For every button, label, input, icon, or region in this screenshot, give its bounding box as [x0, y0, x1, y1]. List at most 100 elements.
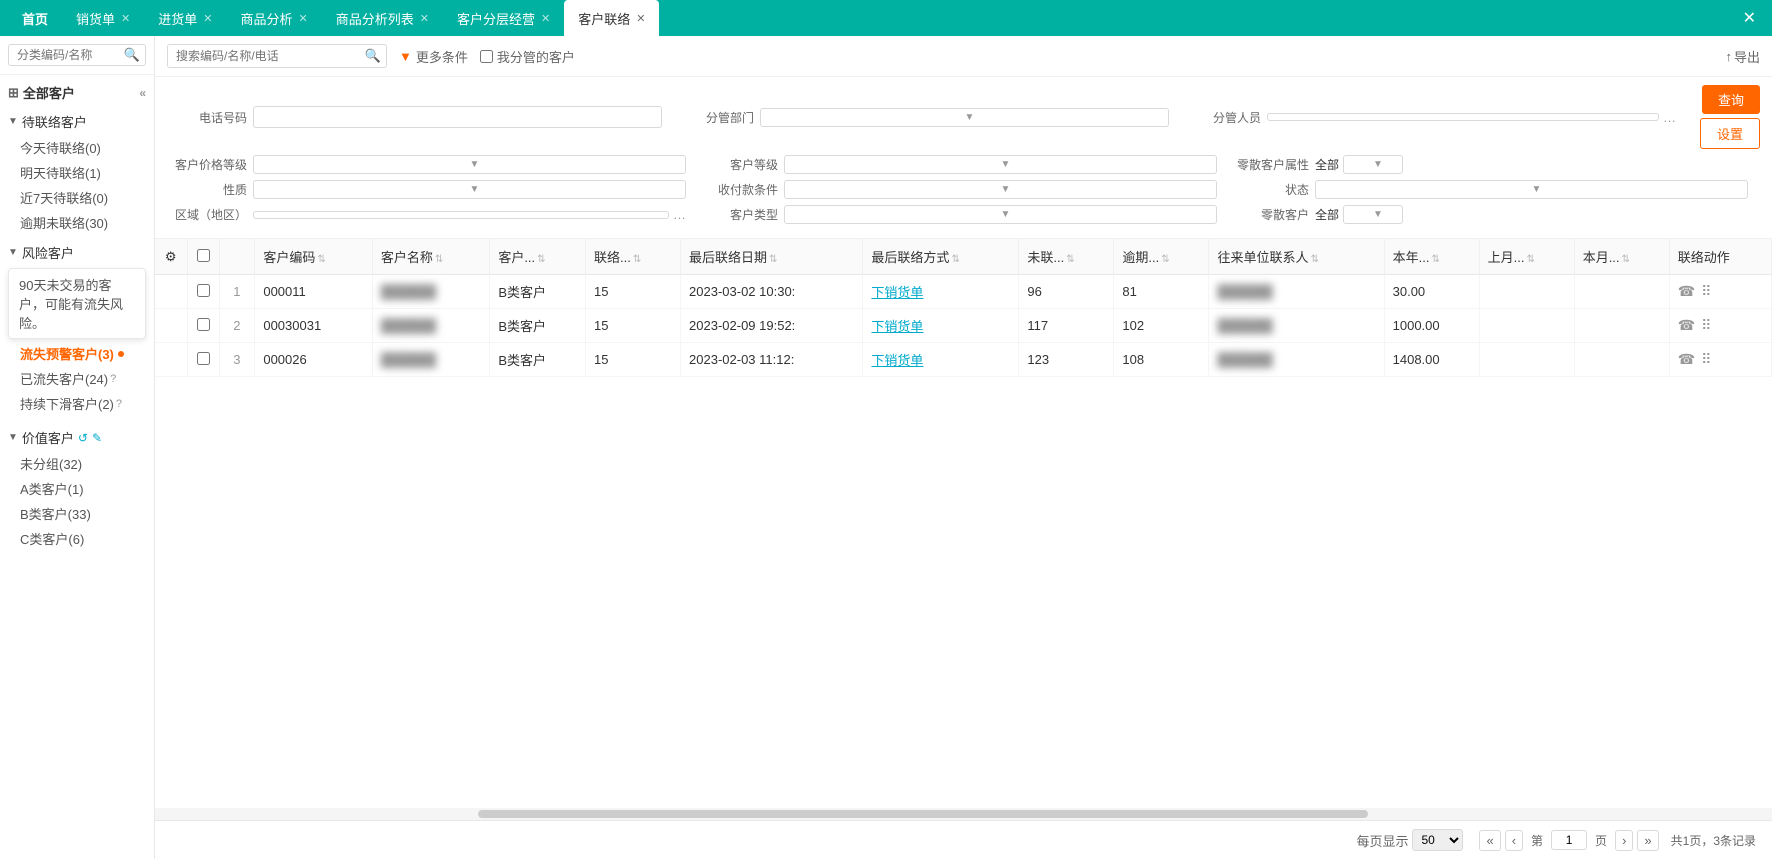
- sidebar-group-header-risk[interactable]: ▼ 风险客户: [0, 239, 154, 266]
- more-actions-icon[interactable]: ⠿: [1701, 351, 1711, 368]
- tab-home[interactable]: 首页: [8, 0, 62, 36]
- th-checkbox[interactable]: [187, 239, 219, 275]
- sidebar-item-7days[interactable]: 近7天待联络(0): [0, 185, 154, 210]
- row-last-contact-method[interactable]: 下销货单: [863, 343, 1019, 377]
- filter-select-manager[interactable]: [1267, 113, 1659, 121]
- tab-product-list[interactable]: 商品分析列表 ✕: [322, 0, 443, 36]
- row-checkbox-cell[interactable]: [187, 275, 219, 309]
- next-page-button[interactable]: ›: [1615, 830, 1633, 851]
- page-input[interactable]: [1551, 830, 1587, 850]
- filter-select-dept[interactable]: ▼: [760, 108, 1169, 127]
- more-conditions-button[interactable]: ▼ 更多条件: [399, 47, 468, 66]
- row-index: 3: [219, 343, 255, 377]
- sidebar-item-tomorrow[interactable]: 明天待联络(1): [0, 160, 154, 185]
- sidebar-item-class-a[interactable]: A类客户(1): [0, 476, 154, 501]
- sidebar-item-overdue[interactable]: 逾期未联络(30): [0, 210, 154, 235]
- more-options-icon[interactable]: …: [1663, 110, 1676, 125]
- phone-icon[interactable]: ☎: [1678, 317, 1695, 334]
- th-overdue[interactable]: 逾期...⇅: [1114, 239, 1209, 275]
- th-this-year[interactable]: 本年...⇅: [1384, 239, 1479, 275]
- collapse-button[interactable]: «: [139, 86, 146, 100]
- select-all-checkbox[interactable]: [197, 249, 210, 262]
- filter-select-status[interactable]: ▼: [1315, 180, 1748, 199]
- phone-icon[interactable]: ☎: [1678, 351, 1695, 368]
- close-icon[interactable]: ✕: [203, 12, 212, 25]
- row-checkbox-cell[interactable]: [187, 309, 219, 343]
- sidebar-item-ungrouped[interactable]: 未分组(32): [0, 451, 154, 476]
- more-actions-icon[interactable]: ⠿: [1701, 283, 1711, 300]
- row-last-contact-method[interactable]: 下销货单: [863, 309, 1019, 343]
- tab-product-analysis[interactable]: 商品分析 ✕: [226, 0, 321, 36]
- settings-button[interactable]: 设置: [1700, 118, 1760, 149]
- sidebar-group-header-value[interactable]: ▼ 价值客户 ↺ ✎: [0, 424, 154, 451]
- th-action: 联络动作: [1669, 239, 1771, 275]
- sidebar-group-pending: ▼ 待联络客户 今天待联络(0) 明天待联络(1) 近7天待联络(0) 逾期未联…: [0, 106, 154, 237]
- last-page-button[interactable]: »: [1637, 830, 1658, 851]
- tab-customer-segment[interactable]: 客户分层经营 ✕: [443, 0, 564, 36]
- close-icon[interactable]: ✕: [541, 12, 550, 25]
- row-checkbox[interactable]: [197, 352, 210, 365]
- per-page-select[interactable]: 50 20 100: [1412, 829, 1463, 851]
- more-options-icon[interactable]: …: [673, 207, 686, 222]
- sidebar-item-class-b[interactable]: B类客户(33): [0, 501, 154, 526]
- filter-select-retail-attr[interactable]: ▼: [1343, 155, 1403, 174]
- sidebar-item-churned[interactable]: 已流失客户(24) ?: [0, 366, 154, 391]
- th-last-contact-method[interactable]: 最后联络方式⇅: [863, 239, 1019, 275]
- contact-method-link[interactable]: 下销货单: [871, 353, 923, 368]
- th-contact[interactable]: 联络...⇅: [586, 239, 681, 275]
- first-page-button[interactable]: «: [1479, 830, 1500, 851]
- phone-icon[interactable]: ☎: [1678, 283, 1695, 300]
- my-customers-checkbox[interactable]: [480, 50, 493, 63]
- export-button[interactable]: ↑ 导出: [1725, 47, 1760, 66]
- row-checkbox-cell[interactable]: [187, 343, 219, 377]
- th-level[interactable]: 客户...⇅: [490, 239, 586, 275]
- filter-select-payment[interactable]: ▼: [784, 180, 1217, 199]
- scrollbar-thumb[interactable]: [478, 810, 1367, 818]
- tab-sales[interactable]: 销货单 ✕: [62, 0, 144, 36]
- filter-input-phone[interactable]: [253, 106, 662, 128]
- row-checkbox[interactable]: [197, 284, 210, 297]
- th-last-contact-date[interactable]: 最后联络日期⇅: [681, 239, 863, 275]
- sidebar-item-declining[interactable]: 持续下滑客户(2) ?: [0, 391, 154, 416]
- filter-select-nature[interactable]: ▼: [253, 180, 686, 199]
- close-icon[interactable]: ✕: [121, 12, 130, 25]
- th-name[interactable]: 客户名称⇅: [372, 239, 489, 275]
- sidebar-item-churn-warning[interactable]: 流失预警客户(3): [0, 341, 154, 366]
- gear-cell: [155, 343, 187, 377]
- prev-page-button[interactable]: ‹: [1505, 830, 1523, 851]
- query-button[interactable]: 查询: [1702, 85, 1760, 114]
- row-this-month: [1574, 343, 1669, 377]
- th-code[interactable]: 客户编码⇅: [255, 239, 372, 275]
- th-last-month[interactable]: 上月...⇅: [1479, 239, 1574, 275]
- tab-customer-contact[interactable]: 客户联络 ✕: [564, 0, 659, 36]
- filter-row-4: 区域（地区） … 客户类型 ▼ 零散客户 全部: [167, 205, 1760, 224]
- filter-select-price-level[interactable]: ▼: [253, 155, 686, 174]
- close-icon[interactable]: ✕: [420, 12, 429, 25]
- search-input[interactable]: [167, 44, 387, 68]
- search-button[interactable]: 🔍: [365, 48, 381, 64]
- more-actions-icon[interactable]: ⠿: [1701, 317, 1711, 334]
- close-icon[interactable]: ✕: [636, 12, 645, 25]
- sidebar-item-today[interactable]: 今天待联络(0): [0, 135, 154, 160]
- th-this-month[interactable]: 本月...⇅: [1574, 239, 1669, 275]
- row-checkbox[interactable]: [197, 318, 210, 331]
- sidebar-group-header-pending[interactable]: ▼ 待联络客户: [0, 108, 154, 135]
- close-icon[interactable]: ✕: [299, 12, 308, 25]
- edit-icon[interactable]: ✎: [92, 431, 102, 445]
- th-no-contact[interactable]: 未联...⇅: [1019, 239, 1114, 275]
- th-unit-contact[interactable]: 往来单位联系人⇅: [1209, 239, 1384, 275]
- filter-select-region[interactable]: [253, 211, 669, 219]
- th-gear[interactable]: ⚙: [155, 239, 187, 275]
- window-close-icon[interactable]: ✕: [1735, 8, 1764, 28]
- filter-select-customer-level[interactable]: ▼: [784, 155, 1217, 174]
- horizontal-scrollbar[interactable]: [155, 808, 1772, 820]
- contact-method-link[interactable]: 下销货单: [871, 285, 923, 300]
- refresh-icon[interactable]: ↺: [78, 431, 88, 445]
- row-code: 000026: [255, 343, 372, 377]
- row-last-contact-method[interactable]: 下销货单: [863, 275, 1019, 309]
- sidebar-item-class-c[interactable]: C类客户(6): [0, 526, 154, 551]
- filter-select-customer-type[interactable]: ▼: [784, 205, 1217, 224]
- contact-method-link[interactable]: 下销货单: [871, 319, 923, 334]
- tab-purchase[interactable]: 进货单 ✕: [144, 0, 226, 36]
- filter-select-retail[interactable]: ▼: [1343, 205, 1403, 224]
